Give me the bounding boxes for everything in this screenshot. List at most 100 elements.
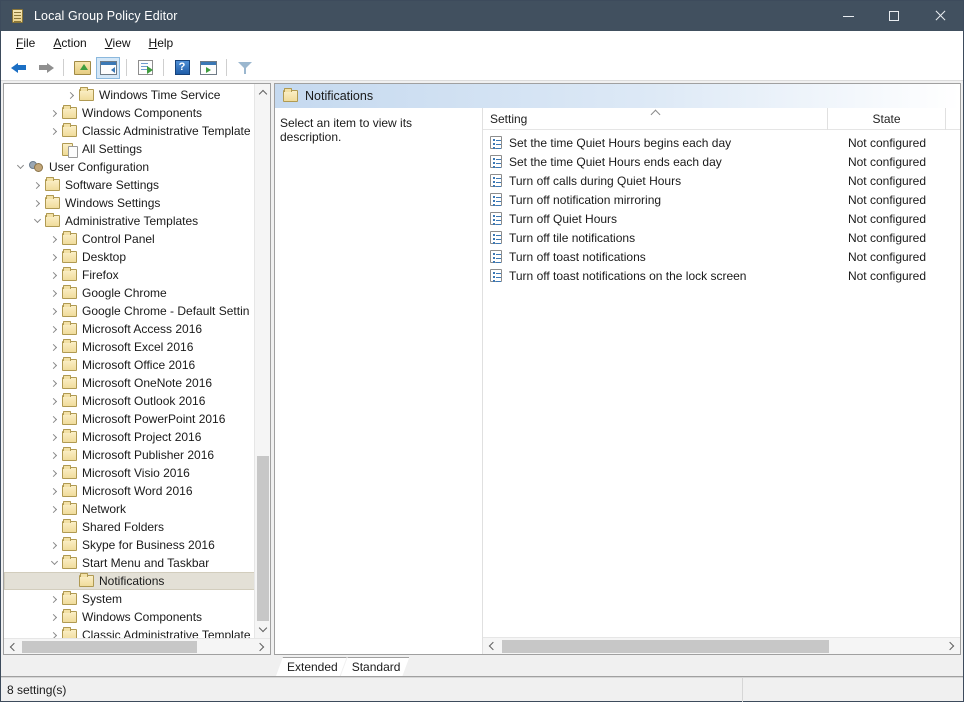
- filter-button[interactable]: [233, 57, 257, 79]
- tree-item[interactable]: Windows Time Service: [4, 86, 270, 104]
- tree-horizontal-scrollbar[interactable]: [4, 638, 270, 654]
- tree-item[interactable]: Skype for Business 2016: [4, 536, 270, 554]
- tree-item[interactable]: Google Chrome: [4, 284, 270, 302]
- tree-item[interactable]: Start Menu and Taskbar: [4, 554, 270, 572]
- setting-row[interactable]: Turn off notification mirroring Not confi…: [483, 190, 960, 209]
- menu-help[interactable]: Help: [140, 33, 183, 53]
- tree-item-label: Google Chrome: [82, 286, 167, 300]
- tree-item[interactable]: Microsoft Visio 2016: [4, 464, 270, 482]
- setting-row[interactable]: Turn off calls during Quiet Hours Not con…: [483, 171, 960, 190]
- back-button[interactable]: [7, 57, 31, 79]
- menu-file[interactable]: File: [7, 33, 44, 53]
- tree-item[interactable]: Google Chrome - Default Settin: [4, 302, 270, 320]
- column-header-setting[interactable]: Setting: [483, 107, 828, 130]
- expander-collapsed-icon[interactable]: [46, 465, 62, 481]
- tree-item[interactable]: System: [4, 590, 270, 608]
- tab-extended[interactable]: Extended: [276, 657, 347, 676]
- tree-item[interactable]: Classic Administrative Template: [4, 626, 270, 638]
- tree-scroll-down-button[interactable]: [255, 621, 270, 638]
- expander-collapsed-icon[interactable]: [46, 411, 62, 427]
- tree-item[interactable]: User Configuration: [4, 158, 270, 176]
- setting-row[interactable]: Turn off toast notifications Not configur…: [483, 247, 960, 266]
- tree-scroll-left-button[interactable]: [4, 639, 21, 655]
- expander-collapsed-icon[interactable]: [46, 267, 62, 283]
- list-hscroll-thumb[interactable]: [502, 640, 829, 653]
- tree-item[interactable]: Windows Components: [4, 608, 270, 626]
- show-hide-console-tree-button[interactable]: [96, 56, 120, 79]
- forward-button[interactable]: [33, 57, 57, 79]
- tree-item[interactable]: Microsoft OneNote 2016: [4, 374, 270, 392]
- tab-standard[interactable]: Standard: [341, 657, 410, 676]
- tree-item[interactable]: Microsoft Project 2016: [4, 428, 270, 446]
- expander-collapsed-icon[interactable]: [29, 177, 45, 193]
- menu-action[interactable]: Action: [44, 33, 95, 53]
- tree-scroll-right-button[interactable]: [253, 639, 270, 655]
- expander-collapsed-icon[interactable]: [46, 231, 62, 247]
- minimize-button[interactable]: [825, 1, 871, 31]
- tree-scroll-up-button[interactable]: [255, 84, 270, 101]
- expander-expanded-icon[interactable]: [29, 213, 45, 229]
- tree-scroll-thumb[interactable]: [257, 456, 269, 638]
- tree-item[interactable]: Software Settings: [4, 176, 270, 194]
- up-one-level-button[interactable]: [70, 57, 94, 79]
- tree-item[interactable]: Microsoft Publisher 2016: [4, 446, 270, 464]
- expander-collapsed-icon[interactable]: [46, 483, 62, 499]
- setting-row[interactable]: Turn off toast notifications on the lock…: [483, 266, 960, 285]
- tree-item[interactable]: All Settings: [4, 140, 270, 158]
- tree-item[interactable]: Shared Folders: [4, 518, 270, 536]
- expander-collapsed-icon[interactable]: [46, 447, 62, 463]
- tree-item[interactable]: Classic Administrative Template: [4, 122, 270, 140]
- tree-item[interactable]: Microsoft Access 2016: [4, 320, 270, 338]
- expander-expanded-icon[interactable]: [46, 555, 62, 571]
- column-header-state[interactable]: State: [828, 107, 946, 130]
- export-list-button[interactable]: [133, 57, 157, 79]
- expander-collapsed-icon[interactable]: [46, 249, 62, 265]
- close-button[interactable]: [917, 1, 963, 31]
- setting-row[interactable]: Turn off tile notifications Not configure…: [483, 228, 960, 247]
- expander-collapsed-icon[interactable]: [46, 609, 62, 625]
- expander-collapsed-icon[interactable]: [46, 375, 62, 391]
- expander-expanded-icon[interactable]: [12, 159, 28, 175]
- tree-item[interactable]: Microsoft Word 2016: [4, 482, 270, 500]
- list-horizontal-scrollbar[interactable]: [483, 637, 960, 654]
- setting-row[interactable]: Set the time Quiet Hours begins each day…: [483, 133, 960, 152]
- tree-item[interactable]: Administrative Templates: [4, 212, 270, 230]
- setting-state-label: Not configured: [847, 211, 927, 226]
- show-hide-action-pane-button[interactable]: [196, 57, 220, 79]
- tree-item[interactable]: Microsoft PowerPoint 2016: [4, 410, 270, 428]
- tree-item-selected[interactable]: Notifications: [4, 572, 270, 590]
- tree-item[interactable]: Firefox: [4, 266, 270, 284]
- tree-item[interactable]: Microsoft Office 2016: [4, 356, 270, 374]
- maximize-button[interactable]: [871, 1, 917, 31]
- expander-collapsed-icon[interactable]: [46, 285, 62, 301]
- setting-row[interactable]: Turn off Quiet Hours Not configured: [483, 209, 960, 228]
- expander-collapsed-icon[interactable]: [46, 123, 62, 139]
- tree-item[interactable]: Desktop: [4, 248, 270, 266]
- tree-item[interactable]: Microsoft Outlook 2016: [4, 392, 270, 410]
- menu-view[interactable]: View: [96, 33, 140, 53]
- expander-collapsed-icon[interactable]: [46, 591, 62, 607]
- setting-row[interactable]: Set the time Quiet Hours ends each day No…: [483, 152, 960, 171]
- expander-collapsed-icon[interactable]: [63, 87, 79, 103]
- expander-collapsed-icon[interactable]: [46, 357, 62, 373]
- tree-vertical-scrollbar[interactable]: [254, 84, 270, 638]
- expander-collapsed-icon[interactable]: [46, 429, 62, 445]
- tree-item[interactable]: Control Panel: [4, 230, 270, 248]
- expander-collapsed-icon[interactable]: [46, 303, 62, 319]
- help-button[interactable]: ?: [170, 57, 194, 79]
- expander-collapsed-icon[interactable]: [46, 321, 62, 337]
- expander-collapsed-icon[interactable]: [46, 339, 62, 355]
- expander-collapsed-icon[interactable]: [46, 501, 62, 517]
- tree-hscroll-thumb[interactable]: [22, 641, 197, 653]
- tree-item[interactable]: Windows Components: [4, 104, 270, 122]
- expander-collapsed-icon[interactable]: [46, 105, 62, 121]
- expander-collapsed-icon[interactable]: [29, 195, 45, 211]
- list-scroll-left-button[interactable]: [483, 638, 500, 654]
- expander-collapsed-icon[interactable]: [46, 393, 62, 409]
- tree-item[interactable]: Windows Settings: [4, 194, 270, 212]
- expander-collapsed-icon[interactable]: [46, 627, 62, 638]
- tree-item[interactable]: Network: [4, 500, 270, 518]
- expander-collapsed-icon[interactable]: [46, 537, 62, 553]
- list-scroll-right-button[interactable]: [943, 638, 960, 654]
- tree-item[interactable]: Microsoft Excel 2016: [4, 338, 270, 356]
